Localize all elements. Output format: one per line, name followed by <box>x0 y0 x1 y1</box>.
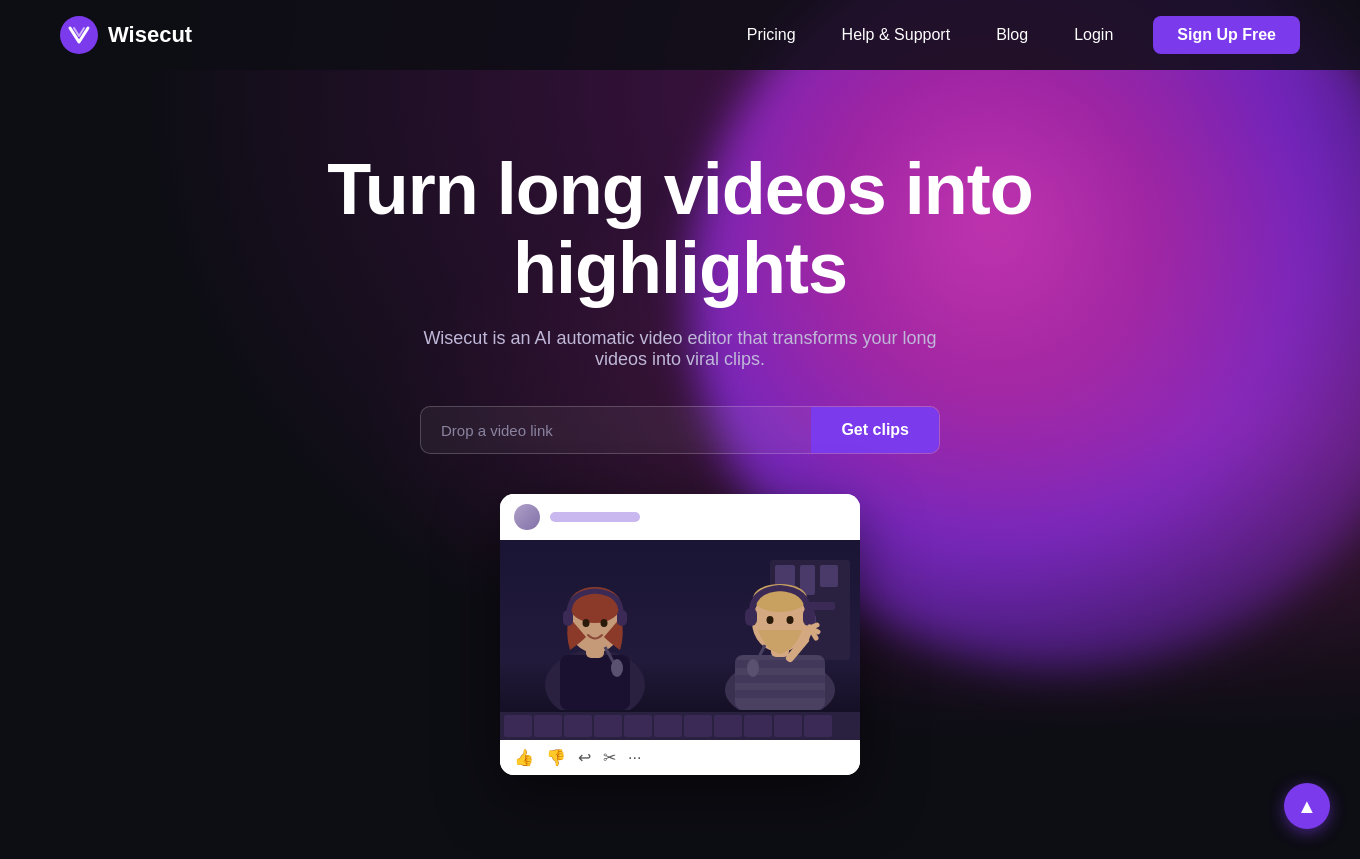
svg-point-21 <box>787 616 794 624</box>
film-frame <box>774 715 802 737</box>
hero-subtitle: Wisecut is an AI automatic video editor … <box>400 328 960 370</box>
film-frame <box>654 715 682 737</box>
svg-point-11 <box>611 659 623 677</box>
scroll-top-button[interactable]: ▲ <box>1284 783 1330 829</box>
film-frame <box>714 715 742 737</box>
signup-button[interactable]: Sign Up Free <box>1153 16 1300 54</box>
preview-card: 👍 👎 ↩ ✂ ··· <box>500 494 860 775</box>
share-icon: ↩ <box>578 748 591 767</box>
card-video-area <box>500 540 860 740</box>
svg-point-7 <box>601 619 608 627</box>
like-icon: 👍 <box>514 748 534 767</box>
podcast-scene <box>500 540 860 740</box>
svg-rect-15 <box>735 675 825 683</box>
clip-icon: ✂ <box>603 748 616 767</box>
filmstrip <box>500 712 860 740</box>
film-frame <box>564 715 592 737</box>
logo-icon <box>60 16 98 54</box>
navbar: Wisecut Pricing Help & Support Blog Logi… <box>0 0 1360 70</box>
film-frame <box>534 715 562 737</box>
svg-rect-22 <box>745 608 757 626</box>
card-header <box>500 494 860 540</box>
svg-point-6 <box>583 619 590 627</box>
svg-rect-9 <box>617 610 627 626</box>
nav-help[interactable]: Help & Support <box>824 18 969 52</box>
svg-point-20 <box>767 616 774 624</box>
film-frame <box>684 715 712 737</box>
avatar-image <box>514 504 540 530</box>
get-clips-button[interactable]: Get clips <box>811 407 939 453</box>
card-footer: 👍 👎 ↩ ✂ ··· <box>500 740 860 775</box>
svg-rect-16 <box>735 690 825 698</box>
logo-link[interactable]: Wisecut <box>60 16 192 54</box>
film-frame <box>504 715 532 737</box>
video-input-row: Get clips <box>420 406 940 454</box>
scroll-top-icon: ▲ <box>1297 796 1317 816</box>
card-username-bar <box>550 512 640 522</box>
svg-rect-23 <box>803 608 815 626</box>
card-avatar <box>514 504 540 530</box>
nav-login[interactable]: Login <box>1056 18 1131 52</box>
brand-name: Wisecut <box>108 22 192 48</box>
hero-section: Turn long videos into highlights Wisecut… <box>0 70 1360 775</box>
more-icon: ··· <box>628 749 641 767</box>
person-left <box>530 555 660 710</box>
person-right <box>710 550 850 710</box>
film-frame <box>744 715 772 737</box>
dislike-icon: 👎 <box>546 748 566 767</box>
video-link-input[interactable] <box>421 407 811 453</box>
svg-rect-8 <box>563 610 573 626</box>
film-frame <box>804 715 832 737</box>
nav-blog[interactable]: Blog <box>978 18 1046 52</box>
nav-links: Pricing Help & Support Blog Login Sign U… <box>729 16 1300 54</box>
film-frame <box>624 715 652 737</box>
svg-point-25 <box>747 659 759 677</box>
hero-title: Turn long videos into highlights <box>180 150 1180 308</box>
film-frame <box>594 715 622 737</box>
nav-pricing[interactable]: Pricing <box>729 18 814 52</box>
